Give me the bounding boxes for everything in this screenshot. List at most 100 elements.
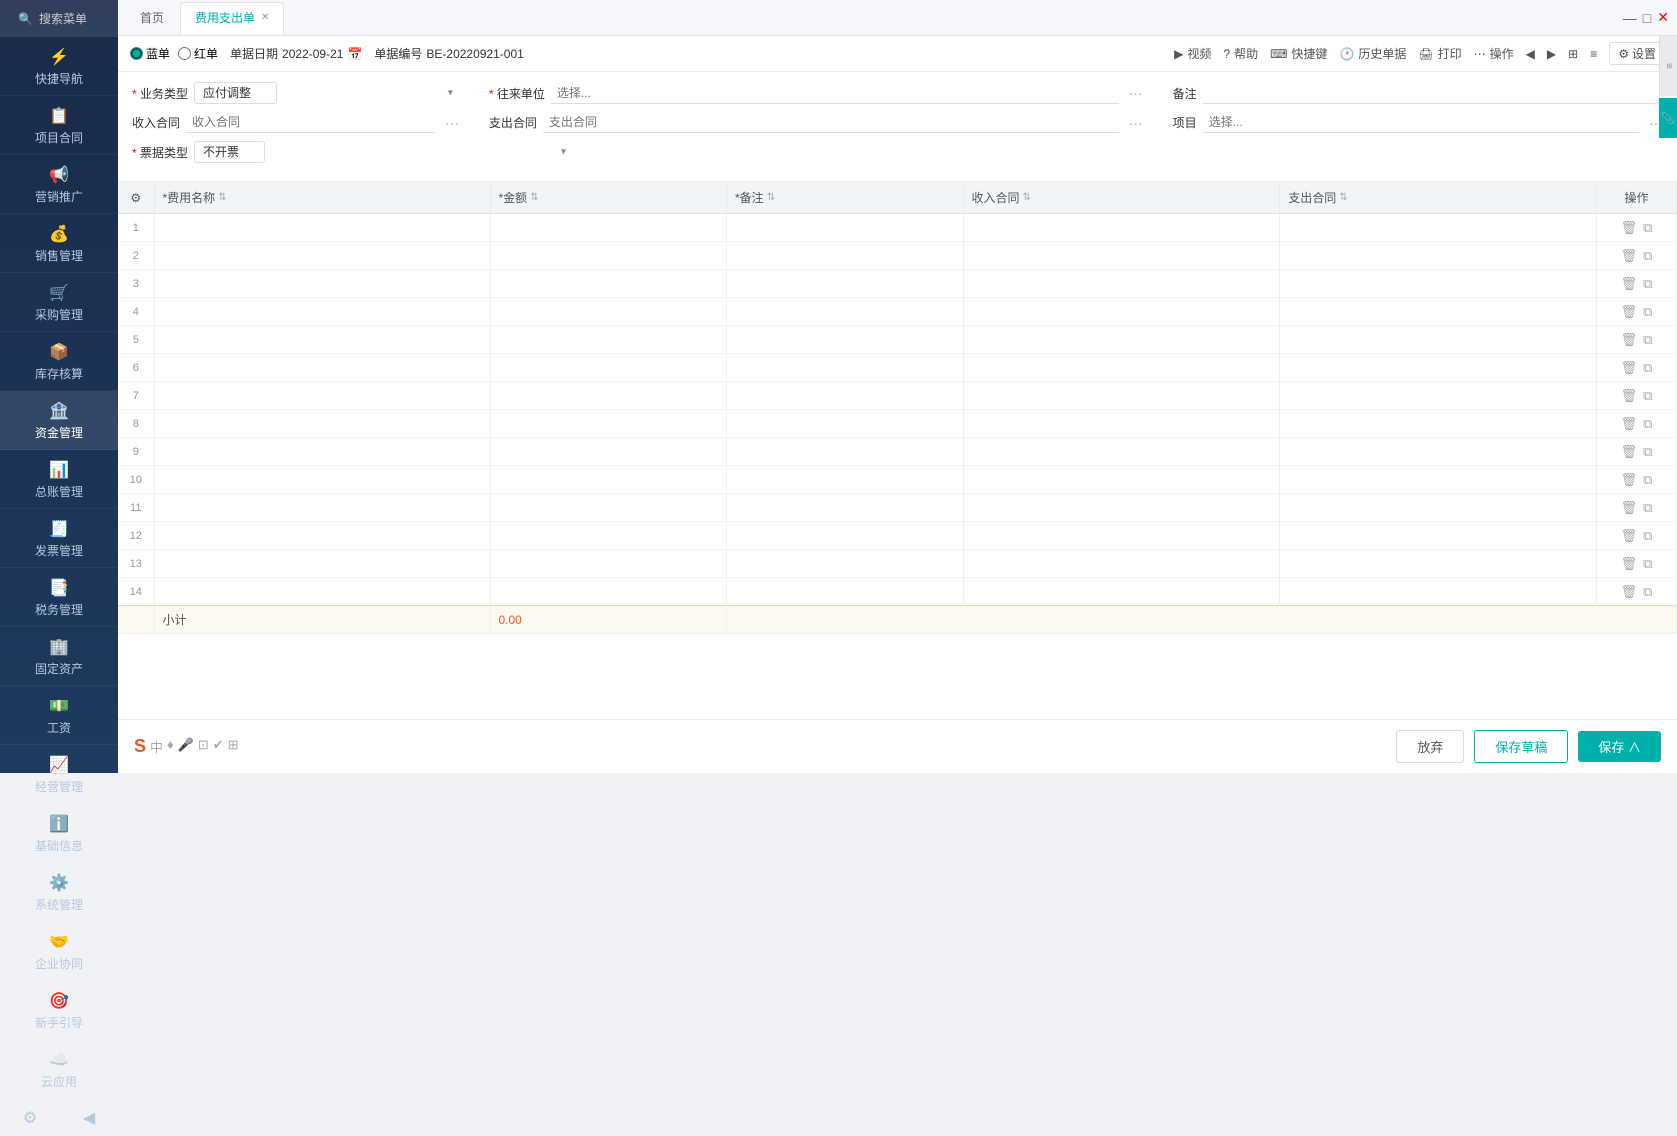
- cell-amount[interactable]: [490, 354, 727, 382]
- delete-row-btn[interactable]: 🗑: [1621, 304, 1638, 320]
- cell-remark[interactable]: [727, 270, 964, 298]
- date-value[interactable]: 2022-09-21: [282, 47, 343, 61]
- operations-btn[interactable]: ⋯ 操作: [1474, 45, 1514, 62]
- cell-remark[interactable]: [727, 214, 964, 242]
- delete-row-btn[interactable]: 🗑: [1621, 500, 1638, 516]
- cell-amount[interactable]: [490, 326, 727, 354]
- cell-income-contract[interactable]: [963, 438, 1280, 466]
- th-amount[interactable]: *金额 ⇅: [490, 182, 727, 214]
- income-contract-dots[interactable]: ···: [445, 115, 459, 131]
- th-remark[interactable]: *备注 ⇅: [727, 182, 964, 214]
- sidebar-item-tax[interactable]: 📑 税务管理: [0, 568, 118, 627]
- copy-row-btn[interactable]: ⧉: [1643, 388, 1652, 404]
- cell-expense-name[interactable]: [154, 270, 490, 298]
- cell-amount[interactable]: [490, 466, 727, 494]
- cell-expense-name[interactable]: [154, 298, 490, 326]
- tab-expense[interactable]: 费用支出单 ✕: [180, 2, 284, 34]
- cell-amount[interactable]: [490, 382, 727, 410]
- cell-remark[interactable]: [727, 354, 964, 382]
- cell-remark[interactable]: [727, 438, 964, 466]
- tab-home[interactable]: 首页: [126, 2, 178, 34]
- cell-expense-name[interactable]: [154, 522, 490, 550]
- cell-expense-contract[interactable]: [1280, 466, 1597, 494]
- cell-expense-contract[interactable]: [1280, 354, 1597, 382]
- red-bill-radio[interactable]: 红单: [178, 45, 218, 62]
- cell-amount[interactable]: [490, 410, 727, 438]
- save-button[interactable]: 保存 ∧: [1578, 731, 1661, 762]
- cell-expense-name[interactable]: [154, 466, 490, 494]
- right-panel-tab1[interactable]: ≡: [1659, 36, 1677, 96]
- cell-expense-name[interactable]: [154, 242, 490, 270]
- delete-row-btn[interactable]: 🗑: [1621, 584, 1638, 600]
- blue-bill-radio[interactable]: 蓝单: [130, 45, 170, 62]
- cell-income-contract[interactable]: [963, 242, 1280, 270]
- copy-row-btn[interactable]: ⧉: [1643, 332, 1652, 348]
- business-type-select[interactable]: 应付调整: [194, 82, 277, 104]
- cell-expense-contract[interactable]: [1280, 494, 1597, 522]
- shortcuts-btn[interactable]: ⌨ 快捷键: [1270, 45, 1327, 62]
- cell-income-contract[interactable]: [963, 466, 1280, 494]
- sidebar-item-ledger[interactable]: 📊 总账管理: [0, 450, 118, 509]
- copy-row-btn[interactable]: ⧉: [1643, 416, 1652, 432]
- sidebar-item-basic-info[interactable]: ℹ️ 基础信息: [0, 804, 118, 863]
- cell-remark[interactable]: [727, 578, 964, 606]
- th-income-contract[interactable]: 收入合同 ⇅: [963, 182, 1280, 214]
- copy-row-btn[interactable]: ⧉: [1643, 220, 1652, 236]
- cell-remark[interactable]: [727, 298, 964, 326]
- cell-remark[interactable]: [727, 550, 964, 578]
- cell-income-contract[interactable]: [963, 270, 1280, 298]
- copy-row-btn[interactable]: ⧉: [1643, 556, 1652, 572]
- grid-view-btn[interactable]: ⊞: [1568, 47, 1578, 61]
- delete-row-btn[interactable]: 🗑: [1621, 388, 1638, 404]
- cell-expense-name[interactable]: [154, 214, 490, 242]
- copy-row-btn[interactable]: ⧉: [1643, 528, 1652, 544]
- delete-row-btn[interactable]: 🗑: [1621, 416, 1638, 432]
- copy-row-btn[interactable]: ⧉: [1643, 304, 1652, 320]
- cell-expense-name[interactable]: [154, 578, 490, 606]
- cell-expense-contract[interactable]: [1280, 326, 1597, 354]
- copy-row-btn[interactable]: ⧉: [1643, 276, 1652, 292]
- cell-amount[interactable]: [490, 550, 727, 578]
- cell-expense-contract[interactable]: [1280, 438, 1597, 466]
- delete-row-btn[interactable]: 🗑: [1621, 528, 1638, 544]
- cell-amount[interactable]: [490, 298, 727, 326]
- sidebar-item-ops[interactable]: 📈 经营管理: [0, 745, 118, 804]
- nav-next-btn[interactable]: ▶: [1547, 47, 1556, 61]
- th-gear[interactable]: ⚙: [118, 182, 154, 214]
- copy-row-btn[interactable]: ⧉: [1643, 584, 1652, 600]
- sidebar-item-inventory[interactable]: 📦 库存核算: [0, 332, 118, 391]
- volume-icon[interactable]: ◀: [83, 1108, 95, 1128]
- cell-expense-name[interactable]: [154, 410, 490, 438]
- cell-income-contract[interactable]: [963, 298, 1280, 326]
- cell-income-contract[interactable]: [963, 214, 1280, 242]
- cell-remark[interactable]: [727, 382, 964, 410]
- delete-row-btn[interactable]: 🗑: [1621, 472, 1638, 488]
- delete-row-btn[interactable]: 🗑: [1621, 276, 1638, 292]
- cell-expense-name[interactable]: [154, 382, 490, 410]
- cell-amount[interactable]: [490, 242, 727, 270]
- cell-expense-contract[interactable]: [1280, 382, 1597, 410]
- partner-dots-btn[interactable]: ···: [1129, 85, 1143, 101]
- sidebar-item-invoice[interactable]: 🧾 发票管理: [0, 509, 118, 568]
- cell-income-contract[interactable]: [963, 522, 1280, 550]
- cell-amount[interactable]: [490, 270, 727, 298]
- window-minimize-icon[interactable]: —: [1623, 10, 1637, 26]
- cell-income-contract[interactable]: [963, 354, 1280, 382]
- cell-income-contract[interactable]: [963, 550, 1280, 578]
- cell-amount[interactable]: [490, 494, 727, 522]
- cell-income-contract[interactable]: [963, 326, 1280, 354]
- window-maximize-icon[interactable]: □: [1643, 10, 1651, 26]
- save-draft-button[interactable]: 保存草稿: [1474, 730, 1568, 763]
- cell-amount[interactable]: [490, 214, 727, 242]
- delete-row-btn[interactable]: 🗑: [1621, 248, 1638, 264]
- cell-income-contract[interactable]: [963, 578, 1280, 606]
- window-close-icon[interactable]: ✕: [1657, 9, 1669, 26]
- cell-remark[interactable]: [727, 466, 964, 494]
- settings-icon[interactable]: ⚙: [23, 1108, 37, 1128]
- copy-row-btn[interactable]: ⧉: [1643, 360, 1652, 376]
- partner-input[interactable]: [551, 83, 1119, 104]
- history-btn[interactable]: 🕐 历史单据: [1339, 45, 1406, 62]
- sidebar-item-marketing[interactable]: 📢 营销推广: [0, 155, 118, 214]
- copy-row-btn[interactable]: ⧉: [1643, 472, 1652, 488]
- cell-expense-contract[interactable]: [1280, 410, 1597, 438]
